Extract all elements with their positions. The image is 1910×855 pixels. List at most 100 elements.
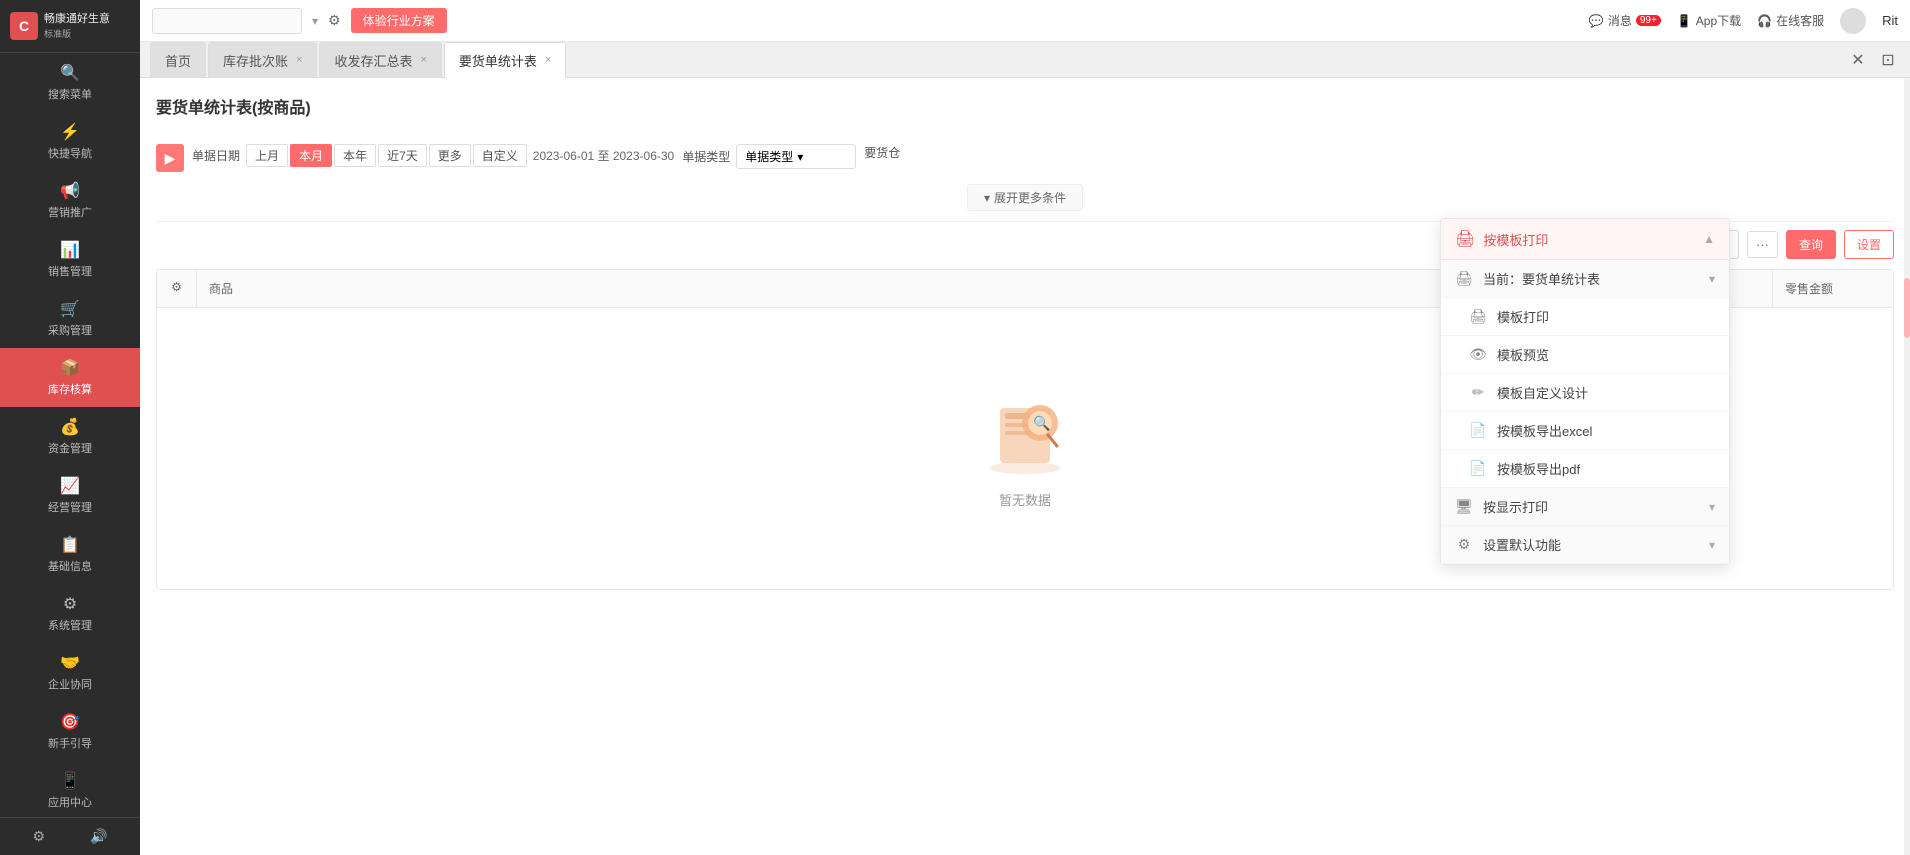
display-print-icon: 🖥 [1455,498,1473,515]
tab-close-all-button[interactable]: ✕ [1846,48,1870,72]
topbar-gear-icon[interactable]: ⚙ [328,12,341,29]
date-custom[interactable]: 自定义 [473,144,527,167]
collab-icon: 🤝 [60,653,80,673]
tab-maximize-button[interactable]: ⊡ [1876,48,1900,72]
dropdown-current-chevron-icon: ▾ [1709,272,1715,286]
empty-icon: 🔍 [975,388,1075,478]
date-current-month[interactable]: 本月 [290,144,332,167]
dropdown-header[interactable]: 🖨 按模板打印 ▲ [1441,219,1729,260]
tab-order-stats-close[interactable]: × [545,54,551,66]
sidebar-item-operation[interactable]: 📈 经营管理 [0,466,140,525]
filter-bar: ▶ 单据日期 上月 本月 本年 近7天 更多 自定义 2023-06-01 至 … [156,134,1894,222]
export-excel-label: 按模板导出excel [1497,421,1592,440]
tab-receipt-summary-close[interactable]: × [420,54,426,66]
settings-icon[interactable]: ⚙ [33,828,46,845]
sidebar-item-finance[interactable]: 💰 资金管理 [0,407,140,466]
dropdown-set-default[interactable]: ⚙ 设置默认功能 ▾ [1441,526,1729,564]
purchase-icon: 🛒 [60,299,80,319]
sidebar-item-label: 销售管理 [48,263,92,279]
date-last-month[interactable]: 上月 [246,144,288,167]
sidebar-item-system[interactable]: ⚙ 系统管理 [0,584,140,643]
sidebar-item-sales[interactable]: 📊 销售管理 [0,230,140,289]
logo-icon: C [10,12,38,40]
filter-expand-button[interactable]: ▶ [156,144,184,172]
sidebar-item-inventory[interactable]: 📦 库存核算 [0,348,140,407]
sidebar-item-marketing[interactable]: 📢 营销推广 [0,171,140,230]
online-service-label: 在线客服 [1776,12,1824,29]
sidebar-item-guide[interactable]: 🎯 新手引导 [0,702,140,761]
date-current-year[interactable]: 本年 [334,144,376,167]
dropdown-item-export-excel[interactable]: 📄 按模板导出excel [1441,412,1729,450]
avatar[interactable] [1840,8,1866,34]
warehouse-filter-group: 要货仓 [864,144,900,161]
message-icon: 💬 [1589,14,1604,28]
sidebar-item-purchase[interactable]: 🛒 采购管理 [0,289,140,348]
dropdown-current-item[interactable]: 🖨 当前：要货单统计表 ▾ [1441,260,1729,298]
set-default-icon: ⚙ [1455,536,1473,553]
topbar: ▾ ⚙ 体验行业方案 💬 消息 99+ 📱 App下载 🎧 在线客服 Rit [140,0,1910,42]
sidebar-item-label: 企业协同 [48,676,92,692]
sidebar-bottom: ⚙ 🔊 [0,817,140,855]
date-range: 2023-06-01 至 2023-06-30 [533,147,674,164]
svg-text:🔍: 🔍 [1033,414,1050,432]
dropdown-item-export-pdf[interactable]: 📄 按模板导出pdf [1441,450,1729,488]
right-scrollbar[interactable] [1904,78,1910,855]
template-custom-label: 模板自定义设计 [1497,383,1588,402]
sound-icon[interactable]: 🔊 [90,828,107,845]
dropdown-collapse-icon: ▲ [1703,232,1715,246]
page-title: 要货单统计表(按商品) [156,94,1894,118]
set-default-chevron-icon: ▾ [1709,538,1715,552]
online-service-button[interactable]: 🎧 在线客服 [1757,12,1824,29]
app-icon: 📱 [1677,14,1692,28]
app-download-button[interactable]: 📱 App下载 [1677,12,1741,29]
more-actions-button[interactable]: ··· [1747,231,1778,258]
date-last-7days[interactable]: 近7天 [378,144,427,167]
trial-button[interactable]: 体验行业方案 [351,8,447,33]
th-settings: ⚙ [157,270,197,307]
service-icon: 🎧 [1757,14,1772,28]
search-chevron-icon[interactable]: ▾ [312,14,318,28]
expand-more-button[interactable]: ▾ 展开更多条件 [967,184,1083,211]
expand-label: 展开更多条件 [994,189,1066,206]
dropdown-display-print[interactable]: 🖥 按显示打印 ▾ [1441,488,1729,526]
sidebar-item-search[interactable]: 🔍 搜索菜单 [0,53,140,112]
topbar-right: 💬 消息 99+ 📱 App下载 🎧 在线客服 Rit [1589,8,1898,34]
sidebar-item-label: 系统管理 [48,617,92,633]
app-name: 畅康通好生意 [44,12,110,26]
query-button[interactable]: 查询 [1786,230,1836,259]
date-more[interactable]: 更多 [429,144,471,167]
system-icon: ⚙ [63,594,77,614]
tab-receipt-summary[interactable]: 收发存汇总表 × [319,42,441,78]
date-buttons: 上月 本月 本年 近7天 更多 自定义 [246,144,527,167]
filter-more-row: ▾ 展开更多条件 [156,184,1894,211]
search-input[interactable] [152,8,302,34]
type-label: 单据类型 [682,148,730,165]
sidebar-item-basic[interactable]: 📋 基础信息 [0,525,140,584]
tab-inventory-batch[interactable]: 库存批次账 × [208,42,317,78]
dropdown-item-template-print[interactable]: 🖨 模板打印 [1441,298,1729,336]
sidebar-item-shortcut[interactable]: ⚡ 快捷导航 [0,112,140,171]
type-select[interactable]: 单据类型 ▾ [736,144,856,169]
dropdown-item-template-preview[interactable]: 👁 模板预览 [1441,336,1729,374]
app-badge: 标准版 [44,27,110,40]
sidebar-item-collab[interactable]: 🤝 企业协同 [0,643,140,702]
sidebar-item-apps[interactable]: 📱 应用中心 [0,761,140,817]
messages-button[interactable]: 💬 消息 99+ [1589,12,1661,29]
tab-inventory-batch-close[interactable]: × [296,54,302,66]
operation-icon: 📈 [60,476,80,496]
warehouse-label: 要货仓 [864,144,900,161]
dropdown-item-template-custom[interactable]: ✏ 模板自定义设计 [1441,374,1729,412]
export-excel-icon: 📄 [1469,422,1487,439]
tab-order-stats[interactable]: 要货单统计表 × [444,42,566,78]
tab-home[interactable]: 首页 [150,42,206,78]
export-pdf-icon: 📄 [1469,460,1487,477]
settings-button[interactable]: 设置 [1844,230,1894,259]
sidebar-item-label: 资金管理 [48,440,92,456]
inventory-icon: 📦 [60,358,80,378]
apps-icon: 📱 [60,771,80,791]
dropdown-current-label: 当前：要货单统计表 [1483,269,1699,288]
user-name: Rit [1882,13,1898,28]
template-print-label: 模板打印 [1497,307,1549,326]
dropdown-current-icon: 🖨 [1455,270,1473,287]
finance-icon: 💰 [60,417,80,437]
